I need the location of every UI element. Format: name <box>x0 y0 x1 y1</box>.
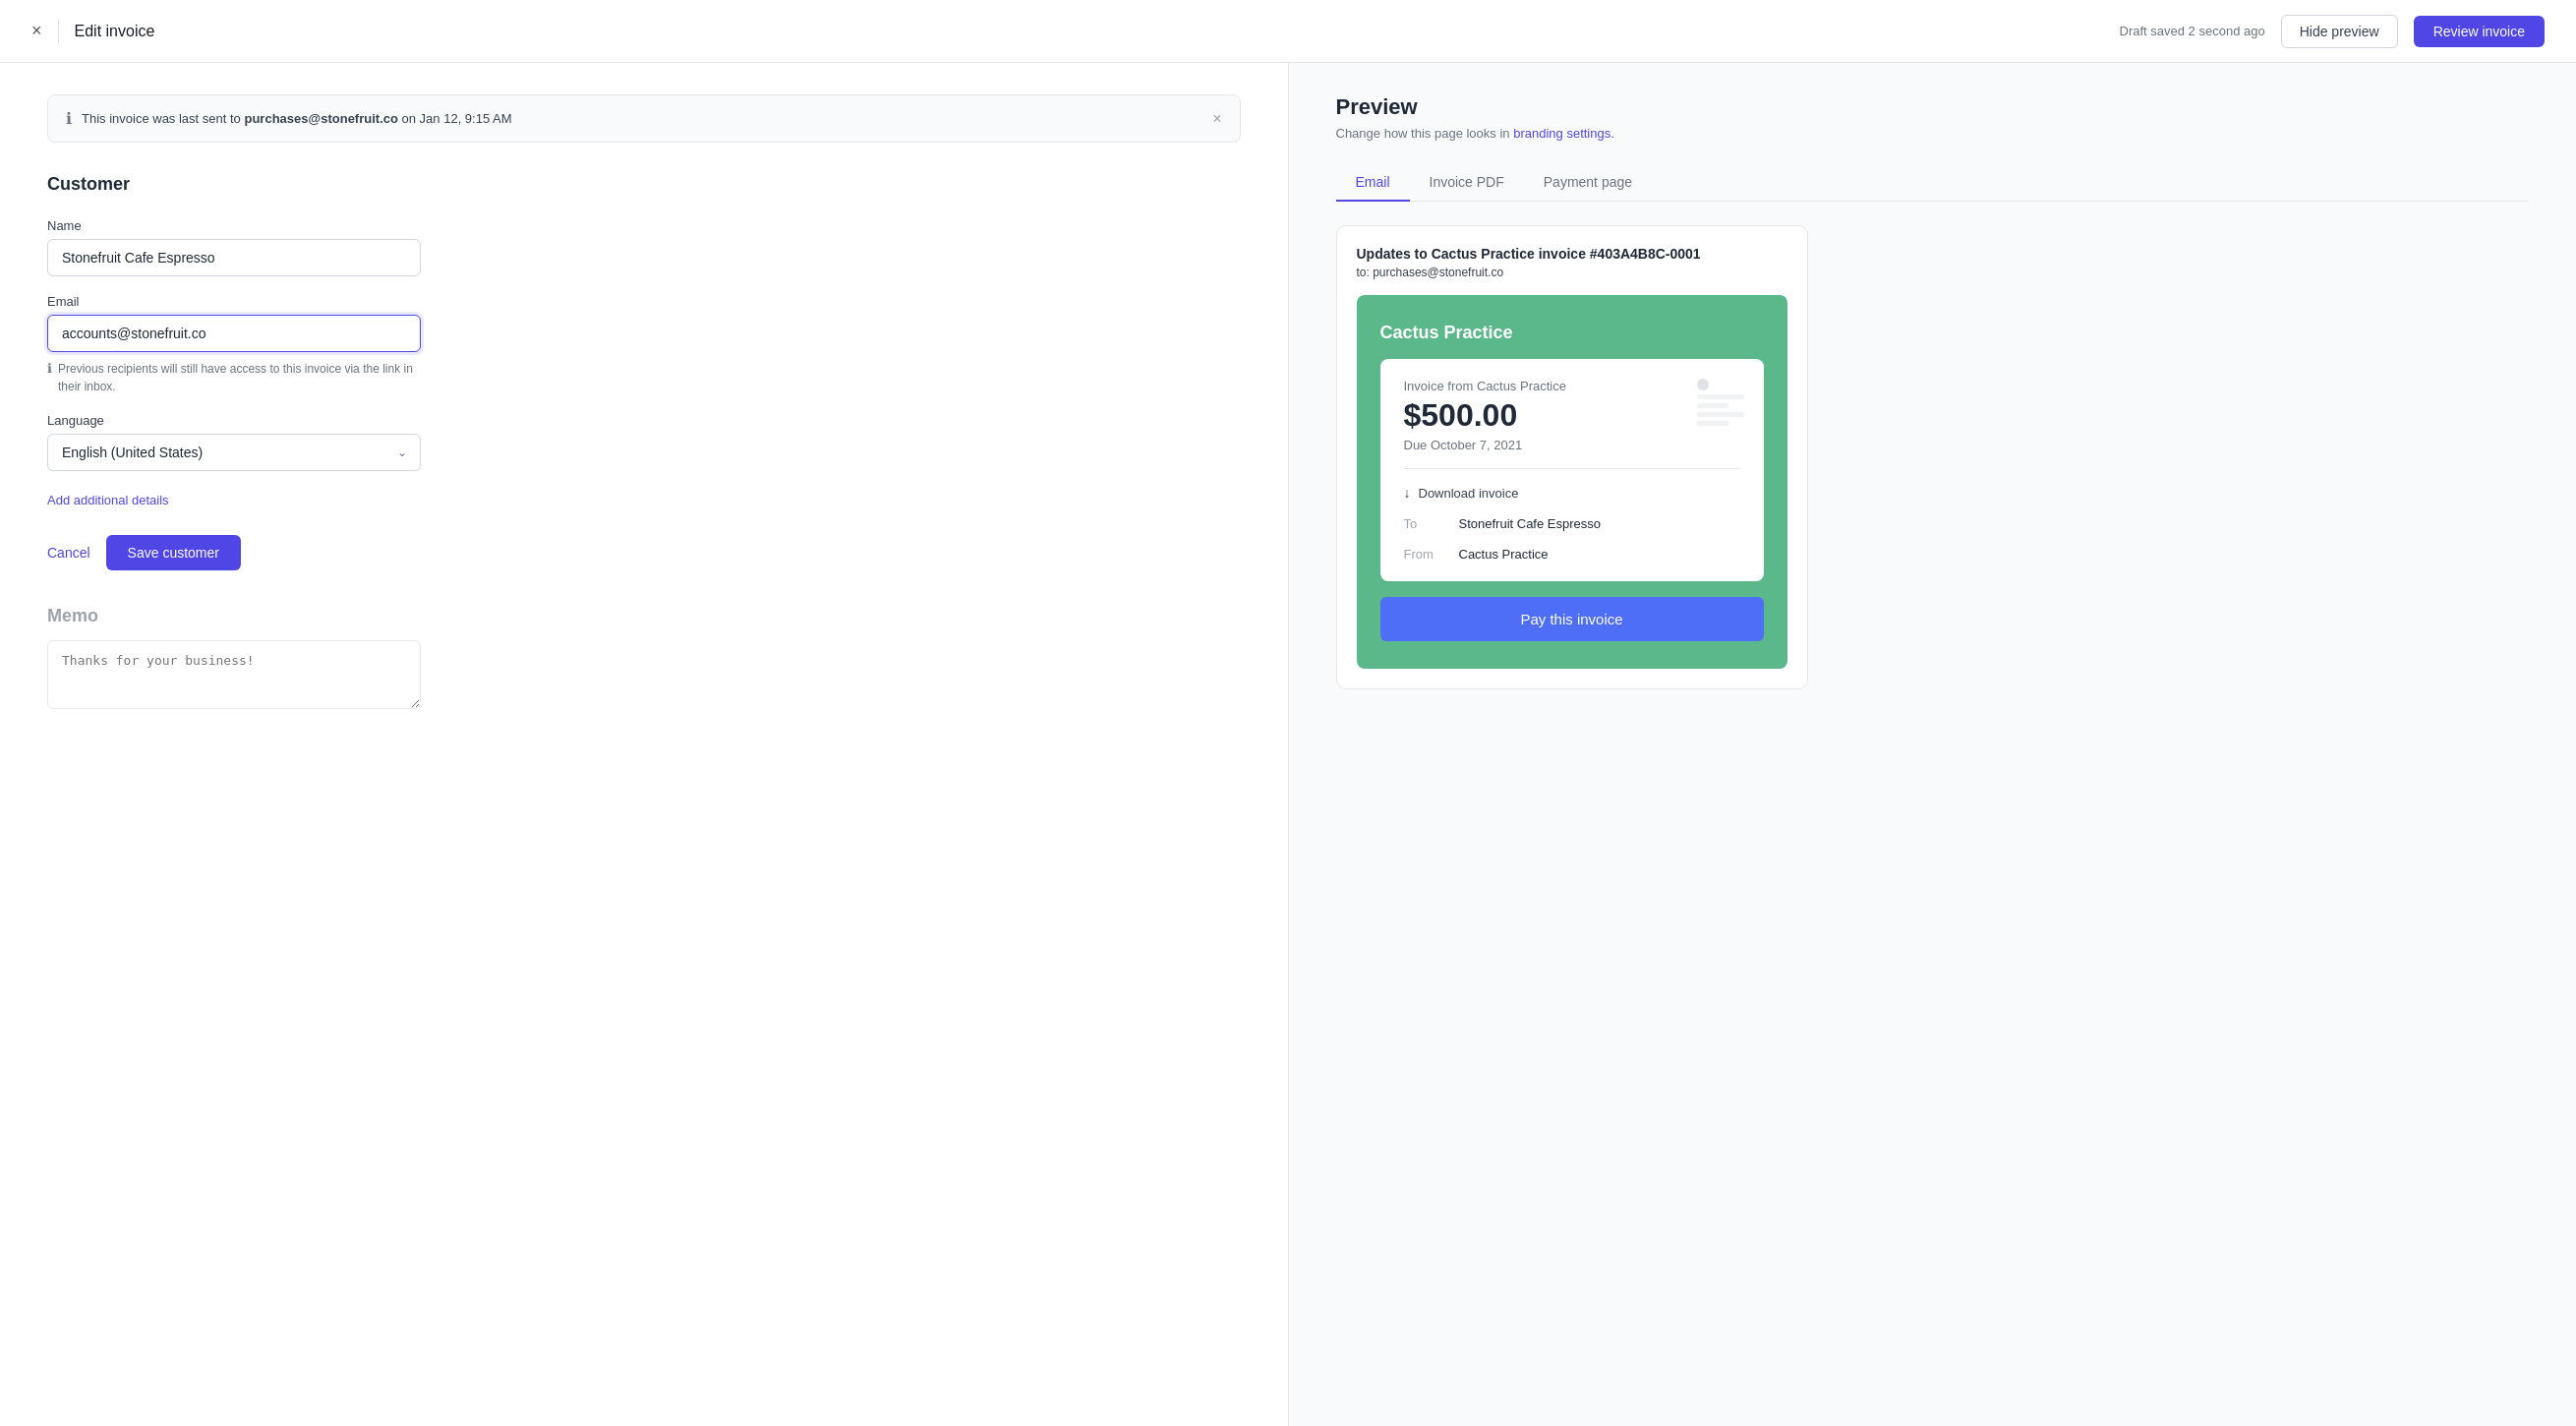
email-subject: Updates to Cactus Practice invoice #403A… <box>1357 246 1787 262</box>
email-field-group: Email ℹ Previous recipients will still h… <box>47 294 1241 395</box>
branding-settings-link[interactable]: branding settings. <box>1513 126 1614 141</box>
memo-section: Memo <box>47 606 1241 712</box>
invoice-from-label: Invoice from Cactus Practice <box>1404 379 1740 393</box>
header-right: Draft saved 2 second ago Hide preview Re… <box>2120 15 2545 48</box>
tab-invoice-pdf[interactable]: Invoice PDF <box>1410 164 1524 202</box>
hide-preview-button[interactable]: Hide preview <box>2281 15 2398 48</box>
customer-section: Customer Name Email ℹ Previous recipient… <box>47 174 1241 570</box>
invoice-divider <box>1404 468 1740 469</box>
hint-icon: ℹ <box>47 361 52 376</box>
close-button[interactable]: × <box>31 21 42 41</box>
invoice-inner-card: Invoice from Cactus Practice $500.00 Due… <box>1380 359 1764 581</box>
email-label: Email <box>47 294 1241 309</box>
doc-illustration <box>1697 379 1744 426</box>
from-value: Cactus Practice <box>1459 547 1549 562</box>
email-hint-text: Previous recipients will still have acce… <box>58 360 421 395</box>
right-panel: Preview Change how this page looks in br… <box>1289 63 2577 1426</box>
language-select[interactable]: English (United States)FrenchGermanSpani… <box>47 434 421 471</box>
doc-line-4 <box>1697 421 1728 426</box>
email-input[interactable] <box>47 315 421 352</box>
preview-title: Preview <box>1336 94 2530 120</box>
download-label: Download invoice <box>1419 486 1519 501</box>
info-icon: ℹ <box>66 109 72 128</box>
email-hint-container: ℹ Previous recipients will still have ac… <box>47 360 421 395</box>
invoice-card: Cactus Practice Invoice from Cactus Prac… <box>1357 295 1787 669</box>
from-row: From Cactus Practice <box>1404 547 1740 562</box>
pay-invoice-button[interactable]: Pay this invoice <box>1380 597 1764 641</box>
add-details-link[interactable]: Add additional details <box>47 493 169 507</box>
doc-line-1 <box>1697 394 1744 399</box>
email-preview-card: Updates to Cactus Practice invoice #403A… <box>1336 225 1808 689</box>
tab-email[interactable]: Email <box>1336 164 1410 202</box>
banner-content: ℹ This invoice was last sent to purchase… <box>66 109 512 128</box>
header-left: × Edit invoice <box>31 20 154 43</box>
name-input[interactable] <box>47 239 421 276</box>
language-label: Language <box>47 413 1241 428</box>
customer-section-title: Customer <box>47 174 1241 195</box>
cancel-button[interactable]: Cancel <box>47 545 90 561</box>
email-to: to: purchases@stonefruit.co <box>1357 266 1787 279</box>
language-field-group: Language English (United States)FrenchGe… <box>47 413 1241 471</box>
main-layout: ℹ This invoice was last sent to purchase… <box>0 63 2576 1426</box>
download-invoice-link[interactable]: ↓ Download invoice <box>1404 485 1740 501</box>
form-actions: Cancel Save customer <box>47 535 1241 570</box>
info-banner: ℹ This invoice was last sent to purchase… <box>47 94 1241 143</box>
banner-close-button[interactable]: × <box>1212 110 1221 128</box>
memo-textarea[interactable] <box>47 640 421 709</box>
left-panel: ℹ This invoice was last sent to purchase… <box>0 63 1289 1426</box>
header: × Edit invoice Draft saved 2 second ago … <box>0 0 2576 63</box>
review-invoice-button[interactable]: Review invoice <box>2414 16 2545 47</box>
invoice-due-date: Due October 7, 2021 <box>1404 438 1740 452</box>
draft-saved-status: Draft saved 2 second ago <box>2120 24 2265 38</box>
to-label: To <box>1404 516 1451 531</box>
download-icon: ↓ <box>1404 485 1411 501</box>
doc-line-3 <box>1697 412 1744 417</box>
banner-text: This invoice was last sent to purchases@… <box>82 111 512 126</box>
doc-line-2 <box>1697 403 1728 408</box>
page-title: Edit invoice <box>75 23 155 40</box>
memo-title: Memo <box>47 606 1241 626</box>
language-select-wrapper: English (United States)FrenchGermanSpani… <box>47 434 421 471</box>
preview-tabs: Email Invoice PDF Payment page <box>1336 164 2530 202</box>
invoice-amount: $500.00 <box>1404 397 1740 434</box>
header-divider <box>58 20 59 43</box>
email-to-address: purchases@stonefruit.co <box>1373 266 1503 279</box>
preview-subtitle: Change how this page looks in branding s… <box>1336 126 2530 141</box>
to-value: Stonefruit Cafe Espresso <box>1459 516 1602 531</box>
invoice-brand: Cactus Practice <box>1380 323 1764 343</box>
doc-circle <box>1697 379 1709 390</box>
from-label: From <box>1404 547 1451 562</box>
name-field-group: Name <box>47 218 1241 276</box>
to-row: To Stonefruit Cafe Espresso <box>1404 516 1740 531</box>
save-customer-button[interactable]: Save customer <box>106 535 241 570</box>
tab-payment-page[interactable]: Payment page <box>1524 164 1652 202</box>
name-label: Name <box>47 218 1241 233</box>
